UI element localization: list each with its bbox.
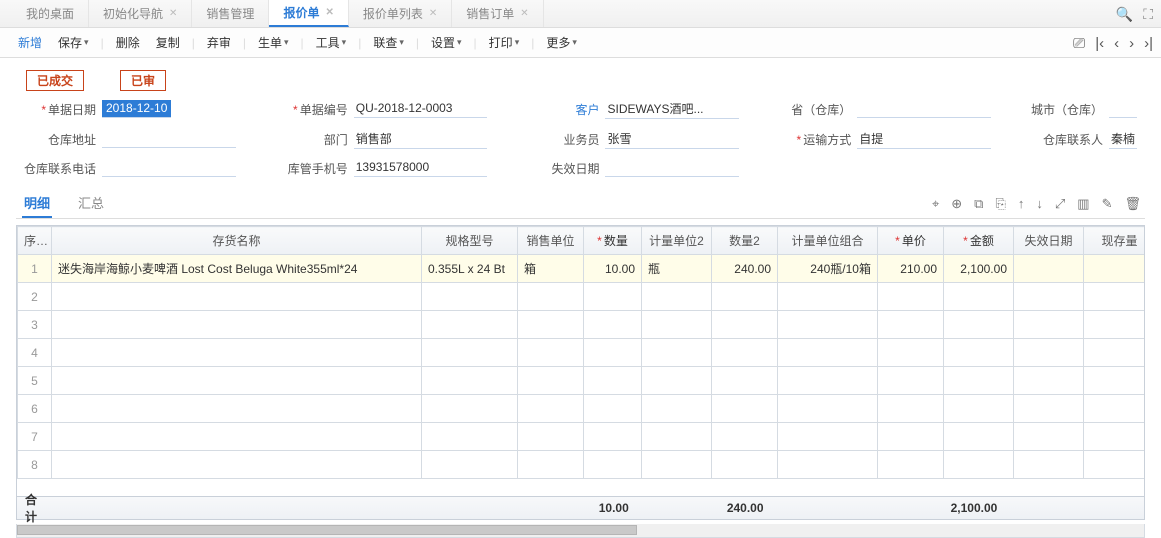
close-icon[interactable]: ✕ xyxy=(169,8,177,19)
tab-quotation[interactable]: 报价单✕ xyxy=(269,0,348,27)
col-unit[interactable]: 销售单位 xyxy=(518,227,584,255)
more-button[interactable]: 更多▾ xyxy=(540,32,583,53)
lbl-sales: 业务员 xyxy=(527,131,605,148)
toolbar: 新增 保存▾| 删除 复制| 弃审| 生单▾| 工具▾| 联查▾| 设置▾| 打… xyxy=(0,28,1161,58)
table-row[interactable]: 2 xyxy=(18,283,1146,311)
print-button[interactable]: 打印▾ xyxy=(483,32,526,53)
col-amt[interactable]: 金额 xyxy=(944,227,1014,255)
delete-row-icon[interactable]: 🗑 xyxy=(1124,196,1141,212)
insert-icon[interactable]: ⎘ xyxy=(995,196,1005,212)
lbl-city-wh: 城市（仓库） xyxy=(1031,101,1109,118)
tab-quotation-list[interactable]: 报价单列表✕ xyxy=(349,0,452,27)
col-seq[interactable]: 序号 xyxy=(18,227,52,255)
table-row[interactable]: 4 xyxy=(18,339,1146,367)
table-row[interactable]: 6 xyxy=(18,395,1146,423)
tab-init-nav[interactable]: 初始化导航✕ xyxy=(89,0,192,27)
chart-icon[interactable]: ▥ xyxy=(1077,196,1089,212)
abandon-button[interactable]: 弃审 xyxy=(201,32,237,53)
next-icon[interactable]: › xyxy=(1129,35,1134,52)
bill-no-field[interactable]: QU-2018-12-0003 xyxy=(354,100,488,118)
table-row[interactable]: 8 xyxy=(18,451,1146,479)
new-button[interactable]: 新增 xyxy=(12,32,48,53)
dept-field[interactable]: 销售部 xyxy=(354,129,488,149)
table-row[interactable]: 7 xyxy=(18,423,1146,451)
table-row[interactable]: 1迷失海岸海鲸小麦啤酒 Lost Cost Beluga White355ml*… xyxy=(18,255,1146,283)
col-qty[interactable]: 数量 xyxy=(584,227,642,255)
copy-row-icon[interactable]: ⧉ xyxy=(974,196,983,212)
tab-bar: 我的桌面 初始化导航✕ 销售管理 报价单✕ 报价单列表✕ 销售订单✕ 🔍 ⛶ xyxy=(0,0,1161,28)
col-price[interactable]: 单价 xyxy=(878,227,944,255)
tab-sales-mgmt[interactable]: 销售管理 xyxy=(192,0,269,27)
up-icon[interactable]: ↑ xyxy=(1018,196,1025,211)
expand-icon[interactable]: ⤢ xyxy=(1055,196,1065,212)
prev-icon[interactable]: ‹ xyxy=(1114,35,1119,52)
lbl-keeper-tel: 库管手机号 xyxy=(276,160,354,177)
form: 单据日期2018-12-10 单据编号QU-2018-12-0003 客户SID… xyxy=(16,99,1145,177)
col-qty2[interactable]: 数量2 xyxy=(712,227,778,255)
down-icon[interactable]: ↓ xyxy=(1036,196,1043,211)
wh-phone-field[interactable] xyxy=(102,159,236,177)
col-name[interactable]: 存货名称 xyxy=(52,227,422,255)
ship-field[interactable]: 自提 xyxy=(857,129,991,149)
fullscreen-icon[interactable]: ⛶ xyxy=(1143,6,1153,23)
expire-field[interactable] xyxy=(605,159,739,177)
wh-addr-field[interactable] xyxy=(102,130,236,148)
table-row[interactable]: 5 xyxy=(18,367,1146,395)
col-unit2[interactable]: 计量单位2 xyxy=(642,227,712,255)
edit-icon[interactable]: ✎ xyxy=(1102,196,1113,212)
settings-button[interactable]: 设置▾ xyxy=(425,32,468,53)
last-icon[interactable]: ›| xyxy=(1144,35,1153,52)
wh-contact-field[interactable]: 秦楠 xyxy=(1109,129,1137,149)
subtab-summary[interactable]: 汇总 xyxy=(76,189,106,218)
lbl-dept: 部门 xyxy=(276,131,354,148)
copy-button[interactable]: 复制 xyxy=(150,32,186,53)
stamp-approved: 已审 xyxy=(120,70,166,91)
lbl-bill-date: 单据日期 xyxy=(24,101,102,118)
lbl-ship: 运输方式 xyxy=(779,131,857,148)
city-wh-field[interactable] xyxy=(1109,100,1137,118)
search-icon[interactable]: 🔍 xyxy=(1116,6,1133,23)
table-row[interactable]: 3 xyxy=(18,311,1146,339)
lbl-expire: 失效日期 xyxy=(527,160,605,177)
col-exp[interactable]: 失效日期 xyxy=(1014,227,1084,255)
save-button[interactable]: 保存▾ xyxy=(52,32,95,53)
first-icon[interactable]: |‹ xyxy=(1095,35,1104,52)
tab-desktop[interactable]: 我的桌面 xyxy=(12,0,89,27)
keeper-tel-field[interactable]: 13931578000 xyxy=(354,159,488,177)
close-icon[interactable]: ✕ xyxy=(520,8,528,19)
relate-button[interactable]: 联查▾ xyxy=(367,32,410,53)
horizontal-scrollbar[interactable] xyxy=(16,524,1145,538)
delete-button[interactable]: 删除 xyxy=(110,32,146,53)
bill-date-field[interactable]: 2018-12-10 xyxy=(102,100,171,118)
totals-row: 合计 10.00 240.00 2,100.00 xyxy=(16,496,1145,520)
col-comb[interactable]: 计量单位组合 xyxy=(778,227,878,255)
close-icon[interactable]: ✕ xyxy=(429,8,437,19)
customer-field[interactable]: SIDEWAYS酒吧... xyxy=(605,99,739,119)
scan-icon[interactable]: ⎚ xyxy=(1073,35,1085,52)
gen-button[interactable]: 生单▾ xyxy=(252,32,295,53)
lbl-customer[interactable]: 客户 xyxy=(527,101,605,118)
prov-wh-field[interactable] xyxy=(857,100,991,118)
locate-icon[interactable]: ⌖ xyxy=(932,196,939,212)
add-row-icon[interactable]: ⊕ xyxy=(951,196,962,212)
col-stock[interactable]: 现存量 xyxy=(1084,227,1146,255)
detail-grid: 序号 存货名称 规格型号 销售单位 数量 计量单位2 数量2 计量单位组合 单价… xyxy=(17,226,1145,479)
tools-button[interactable]: 工具▾ xyxy=(310,32,353,53)
lbl-wh-phone: 仓库联系电话 xyxy=(24,160,102,177)
col-spec[interactable]: 规格型号 xyxy=(422,227,518,255)
lbl-prov-wh: 省（仓库） xyxy=(779,101,857,118)
lbl-bill-no: 单据编号 xyxy=(276,101,354,118)
lbl-wh-contact: 仓库联系人 xyxy=(1031,131,1109,148)
lbl-wh-addr: 仓库地址 xyxy=(24,131,102,148)
subtab-detail[interactable]: 明细 xyxy=(22,189,52,218)
stamp-dealed: 已成交 xyxy=(26,70,84,91)
close-icon[interactable]: ✕ xyxy=(325,7,333,18)
sales-field[interactable]: 张雪 xyxy=(605,129,739,149)
tab-sales-order[interactable]: 销售订单✕ xyxy=(452,0,543,27)
